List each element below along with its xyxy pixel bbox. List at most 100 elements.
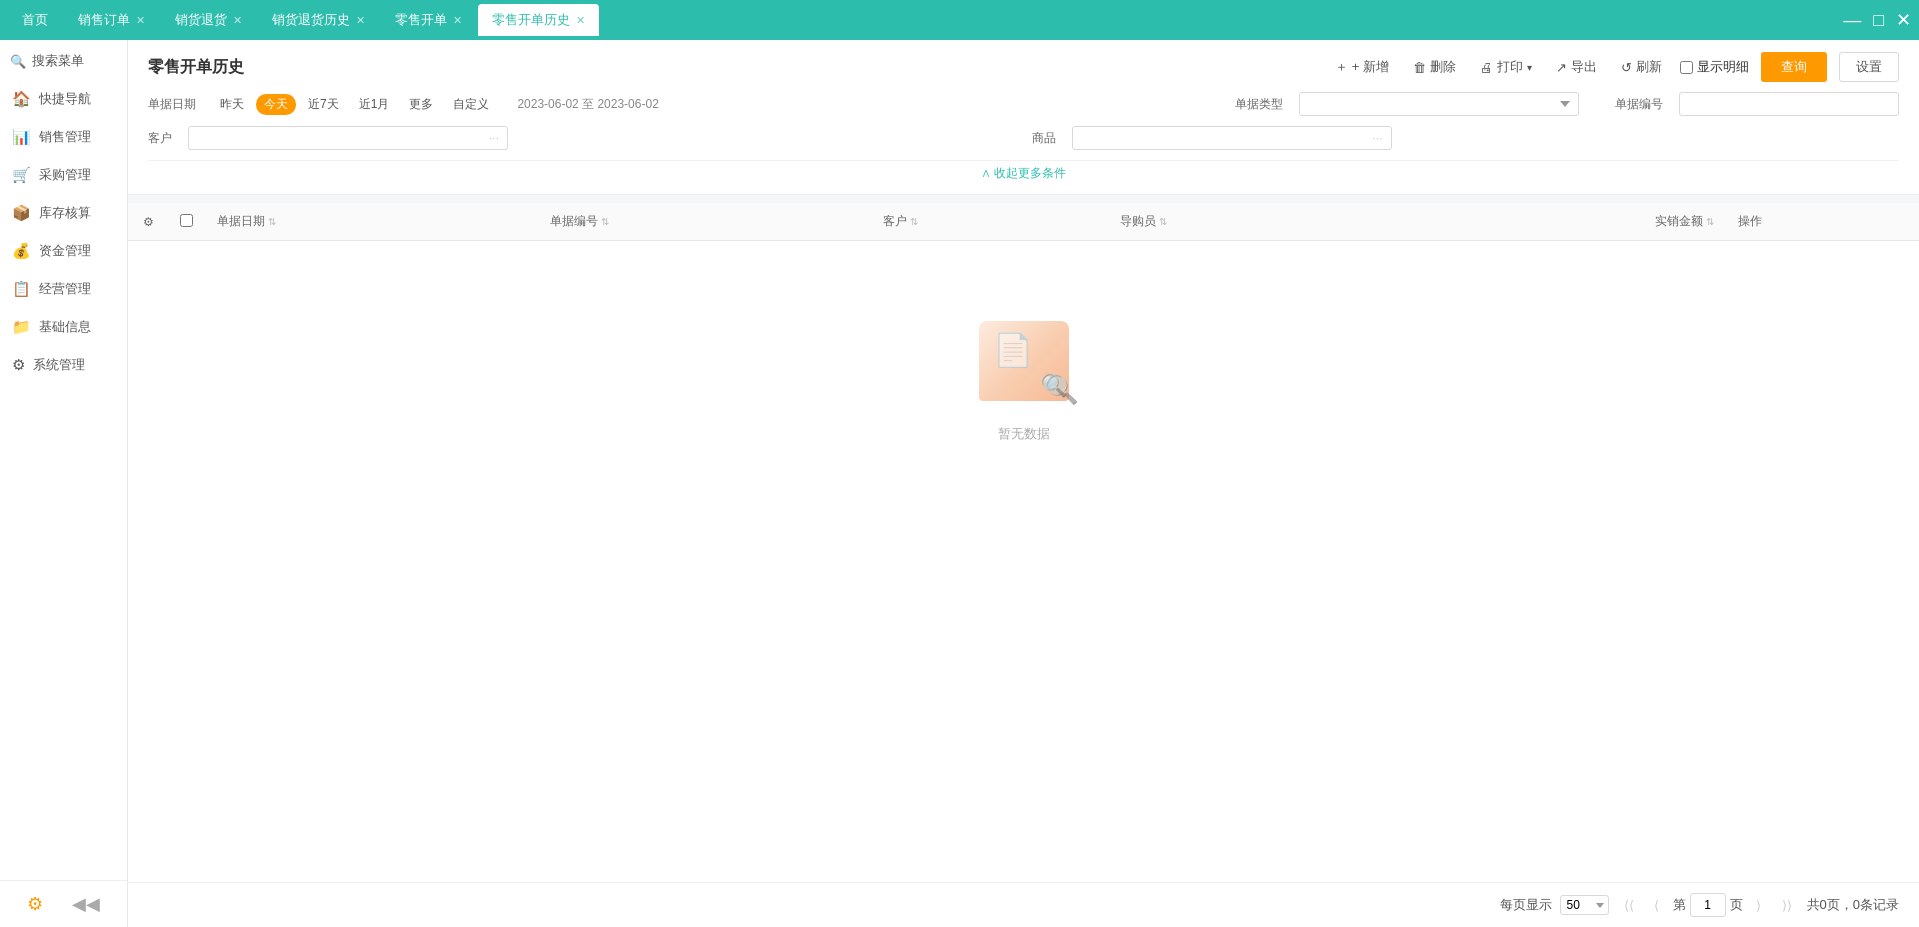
data-table: ⚙ 单据日期⇅ 单据编号⇅ 客户⇅ — [128, 203, 1919, 241]
date-btn-今天[interactable]: 今天 — [256, 94, 296, 115]
page-size-select[interactable]: 50 10 20 100 — [1560, 895, 1609, 915]
sidebar-label-finance: 资金管理 — [39, 242, 91, 260]
sidebar-icon-finance: 💰 — [12, 242, 31, 260]
page-label: 第 — [1673, 896, 1686, 914]
close-btn[interactable]: ✕ — [1896, 9, 1911, 31]
content-area: 零售开单历史 ＋ + 新增 🗑 删除 🖨 打印 ▾ — [128, 40, 1919, 927]
setting-button[interactable]: 设置 — [1839, 52, 1899, 82]
sort-amount-icon[interactable]: ⇅ — [1706, 216, 1714, 227]
page-title-row: 零售开单历史 ＋ + 新增 🗑 删除 🖨 打印 ▾ — [148, 52, 1899, 92]
tab-label: 销货退货历史 — [272, 11, 350, 29]
first-page-btn[interactable]: ⟨⟨ — [1617, 893, 1641, 917]
date-btn-更多[interactable]: 更多 — [401, 94, 441, 115]
th-actual-amount: 实销金额⇅ — [1393, 203, 1726, 241]
refresh-icon: ↺ — [1621, 60, 1632, 75]
tab-sales-order[interactable]: 销售订单 ✕ — [64, 4, 159, 36]
date-btn-近7天[interactable]: 近7天 — [300, 94, 347, 115]
sidebar-item-inventory[interactable]: 📦库存核算 — [0, 194, 127, 232]
tab-retail-open-history[interactable]: 零售开单历史✕ — [478, 4, 599, 36]
sidebar-item-operations[interactable]: 📋经营管理 — [0, 270, 127, 308]
tab-close-retail-open-history[interactable]: ✕ — [576, 14, 585, 27]
customer-label: 客户 — [148, 130, 172, 147]
display-detail-toggle[interactable]: 显示明细 — [1680, 58, 1749, 76]
sidebar-icon-basic-info: 📁 — [12, 318, 31, 336]
sidebar-icon-inventory: 📦 — [12, 204, 31, 222]
tab-sales-return[interactable]: 销货退货 ✕ — [161, 4, 256, 36]
order-type-select[interactable] — [1299, 92, 1579, 116]
export-button[interactable]: ↗ 导出 — [1550, 54, 1603, 80]
order-no-input[interactable] — [1679, 92, 1899, 116]
delete-button[interactable]: 🗑 删除 — [1407, 54, 1462, 80]
sidebar-icon-sales-mgmt: 📊 — [12, 128, 31, 146]
page-title: 零售开单历史 — [148, 57, 244, 78]
tab-close-sales-return-history[interactable]: ✕ — [356, 14, 365, 27]
sidebar-item-purchase-mgmt[interactable]: 🛒采购管理 — [0, 156, 127, 194]
table-container: ⚙ 单据日期⇅ 单据编号⇅ 客户⇅ — [128, 203, 1919, 882]
order-type-label: 单据类型 — [1235, 96, 1283, 113]
sort-date-icon[interactable]: ⇅ — [268, 216, 276, 227]
last-page-btn[interactable]: ⟩⟩ — [1775, 893, 1799, 917]
empty-state: 📄 🔍 暂无数据 — [128, 241, 1919, 523]
th-action: 操作 — [1726, 203, 1919, 241]
main-layout: 🔍 搜索菜单 🏠快捷导航 📊 销售管理 🛒采购管理📦库存核算 💰 资金管理 📋经营管理📁基础… — [0, 40, 1919, 927]
query-button[interactable]: 查询 — [1761, 52, 1827, 82]
sort-guide-icon[interactable]: ⇅ — [1159, 216, 1167, 227]
collapse-bar[interactable]: ∧ 收起更多条件 — [148, 160, 1899, 186]
minimize-btn[interactable]: — — [1843, 10, 1861, 31]
sidebar-item-sales-mgmt[interactable]: 📊 销售管理 — [0, 118, 127, 156]
collapse-label: ∧ 收起更多条件 — [981, 165, 1066, 182]
delete-icon: 🗑 — [1413, 60, 1426, 75]
select-all-checkbox[interactable] — [180, 214, 193, 227]
tab-retail-open[interactable]: 零售开单✕ — [381, 4, 476, 36]
tab-label: 销货退货 — [175, 11, 227, 29]
display-detail-checkbox[interactable] — [1680, 61, 1693, 74]
tab-close-sales-order[interactable]: ✕ — [136, 14, 145, 27]
page-input[interactable] — [1690, 893, 1726, 917]
print-dropdown-icon: ▾ — [1527, 62, 1532, 73]
empty-text: 暂无数据 — [998, 425, 1050, 443]
table-header-row: ⚙ 单据日期⇅ 单据编号⇅ 客户⇅ — [128, 203, 1919, 241]
tab-home[interactable]: 首页 — [8, 4, 62, 36]
sort-order-icon[interactable]: ⇅ — [601, 216, 609, 227]
page-header: 零售开单历史 ＋ + 新增 🗑 删除 🖨 打印 ▾ — [128, 40, 1919, 195]
date-btn-近1月[interactable]: 近1月 — [351, 94, 398, 115]
sidebar-item-finance[interactable]: 💰 资金管理 — [0, 232, 127, 270]
maximize-btn[interactable]: □ — [1873, 10, 1884, 31]
sidebar-item-quick-nav[interactable]: 🏠快捷导航 — [0, 80, 127, 118]
sidebar-label-sales-mgmt: 销售管理 — [39, 128, 91, 146]
column-settings-icon[interactable]: ⚙ — [143, 215, 154, 229]
page-of: 页 — [1730, 896, 1743, 914]
empty-illustration: 📄 🔍 — [979, 321, 1069, 401]
sort-customer-icon[interactable]: ⇅ — [910, 216, 918, 227]
tab-sales-return-history[interactable]: 销货退货历史 ✕ — [258, 4, 379, 36]
tab-label: 销售订单 — [78, 11, 130, 29]
collapse-sidebar-btn[interactable]: ◀◀ — [72, 893, 100, 915]
th-customer: 客户⇅ — [871, 203, 1108, 241]
print-button[interactable]: 🖨 打印 ▾ — [1474, 54, 1538, 80]
sidebar-label-purchase-mgmt: 采购管理 — [39, 166, 91, 184]
sidebar-label-system-mgmt: 系统管理 — [33, 356, 85, 374]
filter-row-2: 客户 ··· 商品 ··· — [148, 126, 1899, 150]
add-icon: ＋ — [1335, 58, 1348, 76]
settings-icon[interactable]: ⚙ — [27, 893, 43, 915]
sidebar-bottom: ⚙ ◀◀ — [0, 880, 127, 927]
page-nav: ⟨⟨ ⟨ 第 页 ⟩ ⟩⟩ — [1617, 893, 1799, 917]
sidebar-icon-system-mgmt: ⚙ — [12, 356, 25, 374]
toolbar: ＋ + 新增 🗑 删除 🖨 打印 ▾ ↗ 导出 — [1329, 52, 1899, 82]
date-btn-昨天[interactable]: 昨天 — [212, 94, 252, 115]
add-button[interactable]: ＋ + 新增 — [1329, 54, 1395, 80]
sidebar-item-system-mgmt[interactable]: ⚙ 系统管理 — [0, 346, 127, 384]
total-info: 共0页，0条记录 — [1807, 896, 1899, 914]
tab-list: 首页销售订单✕销货退货✕销货退货历史✕零售开单✕零售开单历史✕ — [8, 4, 599, 36]
sidebar-search[interactable]: 🔍 搜索菜单 — [0, 40, 127, 80]
date-btn-自定义[interactable]: 自定义 — [445, 94, 497, 115]
product-placeholder: ··· — [1372, 131, 1382, 145]
sidebar-item-basic-info[interactable]: 📁基础信息 — [0, 308, 127, 346]
customer-input[interactable]: ··· — [188, 126, 508, 150]
tab-close-sales-return[interactable]: ✕ — [233, 14, 242, 27]
refresh-button[interactable]: ↺ 刷新 — [1615, 54, 1668, 80]
product-input[interactable]: ··· — [1072, 126, 1392, 150]
prev-page-btn[interactable]: ⟨ — [1645, 893, 1669, 917]
next-page-btn[interactable]: ⟩ — [1747, 893, 1771, 917]
tab-close-retail-open[interactable]: ✕ — [453, 14, 462, 27]
